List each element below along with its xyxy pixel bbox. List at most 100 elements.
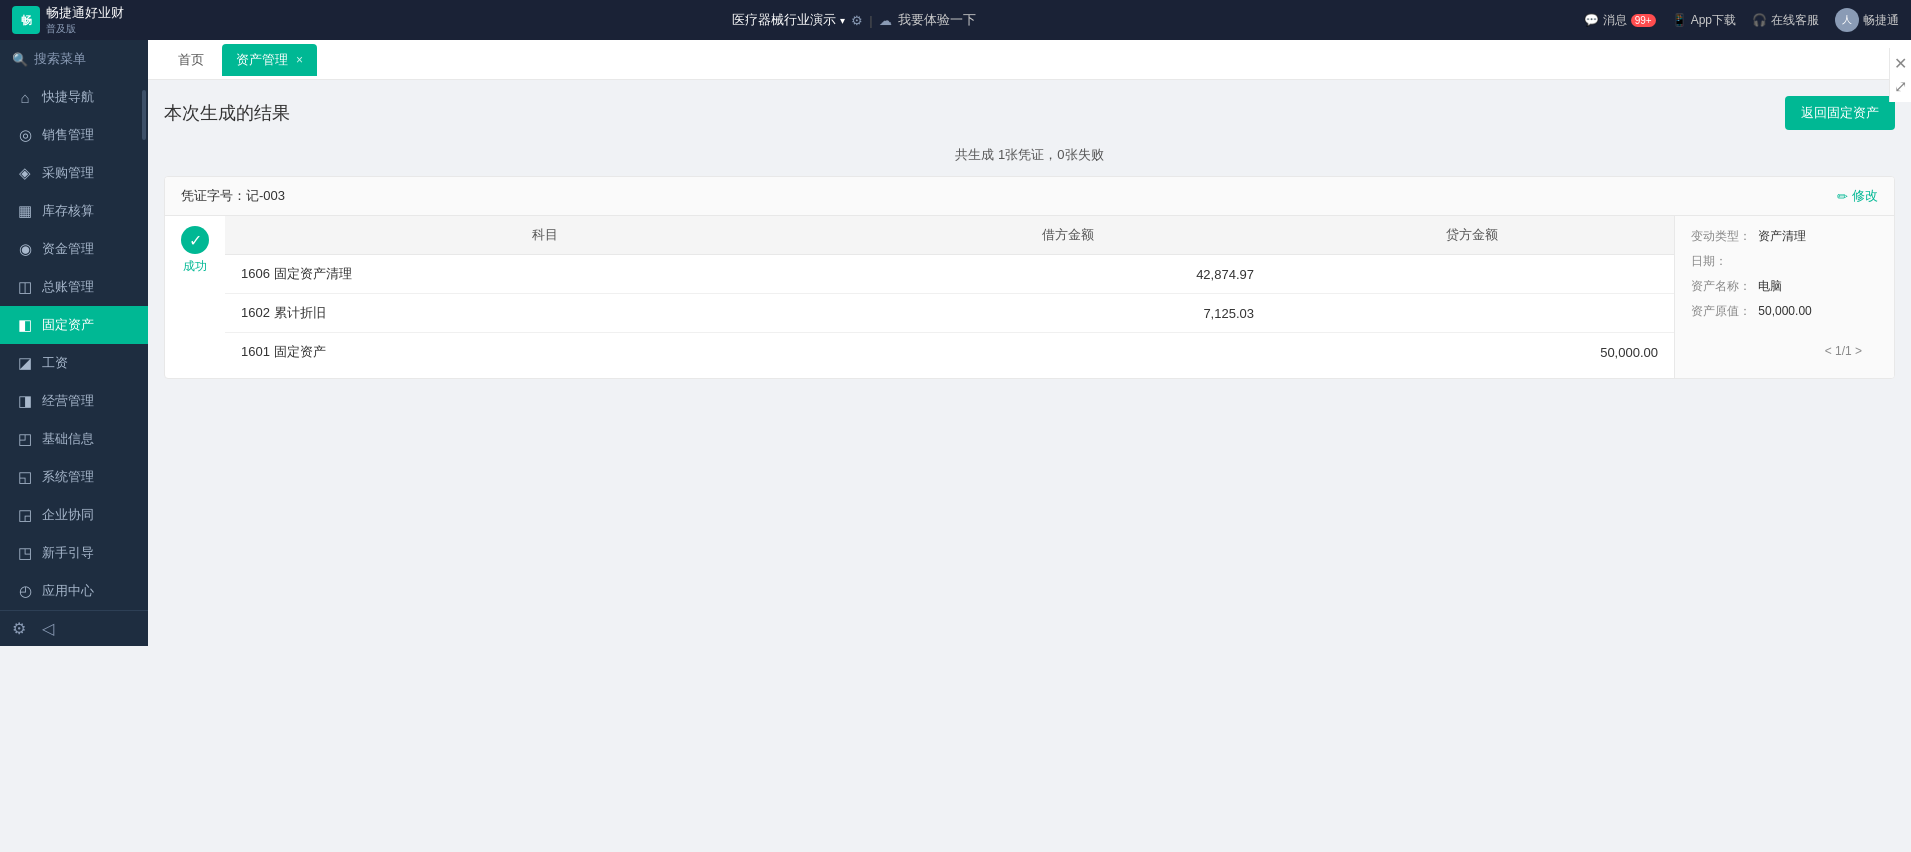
- sidebar-search[interactable]: 🔍 搜索菜单: [0, 40, 148, 78]
- sidebar-label-system: 系统管理: [42, 468, 94, 486]
- page-header: 本次生成的结果 返回固定资产: [164, 96, 1895, 130]
- avatar: 人: [1835, 8, 1859, 32]
- sidebar-item-system[interactable]: ◱ 系统管理: [0, 458, 148, 496]
- table-wrapper: 科目 借方金额 贷方金额 1606 固定资产清理 42,874.97 1602 …: [225, 216, 1674, 378]
- date-label: 日期：: [1691, 254, 1727, 268]
- asset-value-field: 资产原值： 50,000.00: [1691, 303, 1878, 320]
- voucher-body: ✓ 成功 科目 借方金额 贷方金额: [165, 216, 1894, 378]
- edit-label: 修改: [1852, 187, 1878, 205]
- nav-icon-system: ◱: [16, 468, 34, 486]
- tab-asset-mgmt[interactable]: 资产管理×: [222, 44, 317, 76]
- chevron-down-icon: ▾: [840, 15, 845, 26]
- nav-icon-purchase: ◈: [16, 164, 34, 182]
- gear-icon[interactable]: ⚙: [851, 13, 863, 28]
- asset-value-label: 资产原值：: [1691, 304, 1751, 318]
- app-download-action[interactable]: 📱 App下载: [1672, 12, 1736, 29]
- online-service-action[interactable]: 🎧 在线客服: [1752, 12, 1819, 29]
- sidebar-item-ledger[interactable]: ◫ 总账管理: [0, 268, 148, 306]
- divider: |: [869, 13, 872, 28]
- pagination[interactable]: < 1/1 >: [1691, 336, 1878, 366]
- app-download-label: App下载: [1691, 12, 1736, 29]
- success-icon: ✓: [181, 226, 209, 254]
- expand-panel-icon[interactable]: ⤢: [1894, 77, 1907, 96]
- sidebar-label-ledger: 总账管理: [42, 278, 94, 296]
- sidebar-item-app-center[interactable]: ◴ 应用中心: [0, 572, 148, 610]
- online-service-label: 在线客服: [1771, 12, 1819, 29]
- sidebar-item-operations[interactable]: ◨ 经营管理: [0, 382, 148, 420]
- sidebar: 🔍 搜索菜单 ⌂ 快捷导航 ◎ 销售管理 ◈ 采购管理 ▦ 库存核算 ◉ 资金管…: [0, 40, 148, 646]
- asset-name-field: 资产名称： 电脑: [1691, 278, 1878, 295]
- app-name: 畅捷通好业财: [46, 4, 124, 22]
- asset-value-value: 50,000.00: [1758, 304, 1811, 318]
- page-content: 本次生成的结果 返回固定资产 共生成 1张凭证，0张失败 凭证字号：记-003 …: [148, 80, 1911, 852]
- sidebar-label-quick-nav: 快捷导航: [42, 88, 94, 106]
- settings-icon[interactable]: ⚙: [12, 619, 26, 638]
- cell-credit-0: [1270, 255, 1674, 294]
- sidebar-bottom: ⚙ ◁: [0, 610, 148, 646]
- table-section: ✓ 成功 科目 借方金额 贷方金额: [165, 216, 1674, 378]
- nav-icon-app-center: ◴: [16, 582, 34, 600]
- date-field: 日期：: [1691, 253, 1878, 270]
- nav-icon-payroll: ◪: [16, 354, 34, 372]
- sidebar-nav: ⌂ 快捷导航 ◎ 销售管理 ◈ 采购管理 ▦ 库存核算 ◉ 资金管理 ◫ 总账管…: [0, 78, 148, 610]
- sidebar-item-quick-nav[interactable]: ⌂ 快捷导航: [0, 78, 148, 116]
- collapse-icon[interactable]: ◁: [42, 619, 54, 638]
- tab-label-home: 首页: [178, 51, 204, 69]
- panel-controls: ✕ ⤢: [1889, 48, 1911, 102]
- nav-icon-basic-info: ◰: [16, 430, 34, 448]
- sidebar-item-guide[interactable]: ◳ 新手引导: [0, 534, 148, 572]
- sidebar-label-app-center: 应用中心: [42, 582, 94, 600]
- table-row: 1601 固定资产 50,000.00: [225, 333, 1674, 372]
- cell-subject-0: 1606 固定资产清理: [225, 255, 866, 294]
- sidebar-item-finance[interactable]: ◉ 资金管理: [0, 230, 148, 268]
- header-right: 💬 消息 99+ 📱 App下载 🎧 在线客服 人 畅捷通: [1584, 8, 1899, 32]
- company-selector[interactable]: 医疗器械行业演示 ▾: [732, 11, 845, 29]
- nav-icon-guide: ◳: [16, 544, 34, 562]
- success-label: 成功: [183, 258, 207, 275]
- asset-name-label: 资产名称：: [1691, 279, 1751, 293]
- sidebar-item-payroll[interactable]: ◪ 工资: [0, 344, 148, 382]
- content-area: 首页资产管理× 本次生成的结果 返回固定资产 共生成 1张凭证，0张失败 凭证字…: [148, 40, 1911, 852]
- table-row: 1602 累计折旧 7,125.03: [225, 294, 1674, 333]
- sidebar-label-purchase: 采购管理: [42, 164, 94, 182]
- close-panel-icon[interactable]: ✕: [1894, 54, 1907, 73]
- user-action[interactable]: 人 畅捷通: [1835, 8, 1899, 32]
- sidebar-item-purchase[interactable]: ◈ 采购管理: [0, 154, 148, 192]
- col-credit: 贷方金额: [1270, 216, 1674, 255]
- user-name: 畅捷通: [1863, 12, 1899, 29]
- cell-subject-1: 1602 累计折旧: [225, 294, 866, 333]
- return-button[interactable]: 返回固定资产: [1785, 96, 1895, 130]
- cell-credit-1: [1270, 294, 1674, 333]
- sidebar-label-inventory: 库存核算: [42, 202, 94, 220]
- sidebar-item-inventory[interactable]: ▦ 库存核算: [0, 192, 148, 230]
- scroll-bar: [142, 90, 146, 140]
- voucher-header: 凭证字号：记-003 ✏ 修改: [165, 177, 1894, 216]
- nav-icon-enterprise: ◲: [16, 506, 34, 524]
- sidebar-label-payroll: 工资: [42, 354, 68, 372]
- nav-icon-operations: ◨: [16, 392, 34, 410]
- tab-close-asset-mgmt[interactable]: ×: [296, 53, 303, 67]
- table-row: 1606 固定资产清理 42,874.97: [225, 255, 1674, 294]
- sidebar-item-enterprise[interactable]: ◲ 企业协同: [0, 496, 148, 534]
- cell-debit-1: 7,125.03: [866, 294, 1270, 333]
- phone-icon: 📱: [1672, 13, 1687, 27]
- logo-icon: 畅: [12, 6, 40, 34]
- sidebar-item-fixed-assets[interactable]: ◧ 固定资产: [0, 306, 148, 344]
- main-layout: 🔍 搜索菜单 ⌂ 快捷导航 ◎ 销售管理 ◈ 采购管理 ▦ 库存核算 ◉ 资金管…: [0, 40, 1911, 852]
- tab-home[interactable]: 首页: [164, 44, 218, 76]
- voucher-card: 凭证字号：记-003 ✏ 修改 ✓ 成功: [164, 176, 1895, 379]
- tabs-container: 首页资产管理×: [164, 44, 317, 76]
- cell-debit-0: 42,874.97: [866, 255, 1270, 294]
- sidebar-item-sales[interactable]: ◎ 销售管理: [0, 116, 148, 154]
- experience-link[interactable]: 我要体验一下: [898, 11, 976, 29]
- sidebar-item-basic-info[interactable]: ◰ 基础信息: [0, 420, 148, 458]
- search-icon: 🔍: [12, 52, 28, 67]
- header-center: 医疗器械行业演示 ▾ ⚙ | ☁ 我要体验一下: [732, 11, 975, 29]
- voucher-table-body: 1606 固定资产清理 42,874.97 1602 累计折旧 7,125.03…: [225, 255, 1674, 372]
- messages-action[interactable]: 💬 消息 99+: [1584, 12, 1656, 29]
- status-column: ✓ 成功: [165, 216, 225, 378]
- edit-button[interactable]: ✏ 修改: [1837, 187, 1878, 205]
- headset-icon: 🎧: [1752, 13, 1767, 27]
- message-icon: 💬: [1584, 13, 1599, 27]
- cell-subject-2: 1601 固定资产: [225, 333, 866, 372]
